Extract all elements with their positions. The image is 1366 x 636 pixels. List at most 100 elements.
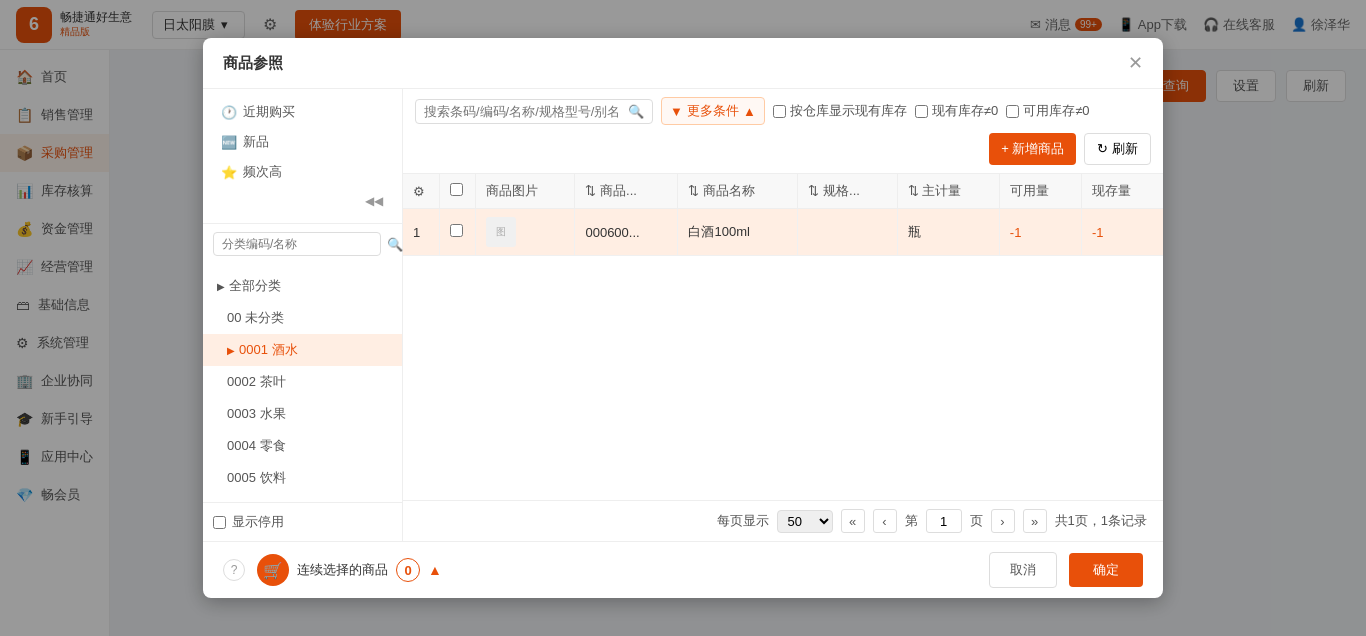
next-page-button[interactable]: › xyxy=(991,509,1015,533)
pagination: 每页显示 20 50 100 « ‹ 第 页 xyxy=(403,500,1163,541)
tree-item-0008[interactable]: 0008 水 xyxy=(203,494,402,502)
usable-checkbox[interactable] xyxy=(1006,105,1019,118)
quick-link-label: 近期购买 xyxy=(243,103,295,121)
row-code: 000600... xyxy=(575,209,678,256)
col-stock: 现存量 xyxy=(1081,174,1163,209)
filter-icon: ▼ xyxy=(670,104,683,119)
col-available: 可用量 xyxy=(999,174,1081,209)
row-name: 白酒100ml xyxy=(678,209,798,256)
chevron-up-icon: ▲ xyxy=(743,104,756,119)
more-filter-button[interactable]: ▼ 更多条件 ▲ xyxy=(661,97,765,125)
col-unit[interactable]: ⇅ 主计量 xyxy=(897,174,999,209)
row-image: 图 xyxy=(475,209,575,256)
quick-link-label: 频次高 xyxy=(243,163,282,181)
modal-footer: ? 🛒 连续选择的商品 0 ▲ 取消 确定 xyxy=(203,541,1163,598)
tree-item-00[interactable]: 00 未分类 xyxy=(203,302,402,334)
last-page-button[interactable]: » xyxy=(1023,509,1047,533)
quick-links: 🕐 近期购买 🆕 新品 ⭐ 频次高 ◀◀ xyxy=(203,89,402,224)
product-reference-modal: 商品参照 ✕ 🕐 近期购买 🆕 新品 ⭐ 频次高 xyxy=(203,38,1163,598)
tree-item-0004[interactable]: 0004 零食 xyxy=(203,430,402,462)
arrow-icon: ▶ xyxy=(227,345,235,356)
tree-item-label: 全部分类 xyxy=(229,277,281,295)
settings-icon: ⚙ xyxy=(413,184,425,199)
tree-item-label: 00 未分类 xyxy=(227,309,284,327)
sort-icon: ⇅ xyxy=(808,183,819,198)
filter-bar: 🔍 ▼ 更多条件 ▲ 按仓库显示现有库存 现有库存≠0 xyxy=(403,89,1163,174)
page-size-label: 每页显示 xyxy=(717,512,769,530)
page-number-input[interactable] xyxy=(926,509,962,533)
total-info: 共1页，1条记录 xyxy=(1055,512,1147,530)
row-available: -1 xyxy=(999,209,1081,256)
table-header: ⚙ 商品图片 ⇅ 商品... xyxy=(403,174,1163,209)
cart-icon: 🛒 xyxy=(257,554,289,586)
quick-link-new[interactable]: 🆕 新品 xyxy=(211,127,394,157)
row-index: 1 xyxy=(403,209,439,256)
show-disabled-label[interactable]: 显示停用 xyxy=(213,513,392,531)
clock-icon: 🕐 xyxy=(221,105,237,120)
left-panel: 🕐 近期购买 🆕 新品 ⭐ 频次高 ◀◀ xyxy=(203,89,403,541)
tree-item-0003[interactable]: 0003 水果 xyxy=(203,398,402,430)
page-suffix: 页 xyxy=(970,512,983,530)
quick-link-frequent[interactable]: ⭐ 频次高 xyxy=(211,157,394,187)
modal-close-button[interactable]: ✕ xyxy=(1128,52,1143,74)
confirm-button[interactable]: 确定 xyxy=(1069,553,1143,587)
show-disabled-checkbox[interactable] xyxy=(213,516,226,529)
col-name[interactable]: ⇅ 商品名称 xyxy=(678,174,798,209)
sort-icon: ⇅ xyxy=(908,183,919,198)
tree-item-all[interactable]: ▶ 全部分类 xyxy=(203,270,402,302)
available-checkbox[interactable] xyxy=(915,105,928,118)
warehouse-checkbox[interactable] xyxy=(773,105,786,118)
col-settings[interactable]: ⚙ xyxy=(403,174,439,209)
tree-item-0005[interactable]: 0005 饮料 xyxy=(203,462,402,494)
product-table-area: ⚙ 商品图片 ⇅ 商品... xyxy=(403,174,1163,500)
page-size-select[interactable]: 20 50 100 xyxy=(777,510,833,533)
search-icon[interactable]: 🔍 xyxy=(628,104,644,119)
product-search-box: 🔍 xyxy=(415,99,653,124)
cart-label: 连续选择的商品 xyxy=(297,561,388,579)
tree-item-0001[interactable]: ▶ 0001 酒水 xyxy=(203,334,402,366)
warehouse-filter[interactable]: 按仓库显示现有库存 xyxy=(773,102,907,120)
category-search-icon[interactable]: 🔍 xyxy=(387,237,403,252)
col-checkbox[interactable] xyxy=(439,174,475,209)
refresh-button[interactable]: ↻ 刷新 xyxy=(1084,133,1151,165)
usable-filter[interactable]: 可用库存≠0 xyxy=(1006,102,1089,120)
category-search-input[interactable] xyxy=(213,232,381,256)
left-panel-footer: 显示停用 xyxy=(203,502,402,541)
row-select-checkbox[interactable] xyxy=(450,224,463,237)
warehouse-filter-label: 按仓库显示现有库存 xyxy=(790,102,907,120)
page-label: 第 xyxy=(905,512,918,530)
usable-filter-label: 可用库存≠0 xyxy=(1023,102,1089,120)
table-row[interactable]: 1 图 000600... 白酒100ml 瓶 xyxy=(403,209,1163,256)
available-filter[interactable]: 现有库存≠0 xyxy=(915,102,998,120)
quick-link-label: 新品 xyxy=(243,133,269,151)
filter-actions: + 新增商品 ↻ 刷新 xyxy=(989,133,1151,165)
arrow-icon: ▶ xyxy=(217,281,225,292)
product-search-input[interactable] xyxy=(424,104,624,119)
collapse-panel-button[interactable]: ◀◀ xyxy=(364,191,384,211)
product-thumbnail: 图 xyxy=(486,217,516,247)
row-spec xyxy=(798,209,897,256)
cancel-button[interactable]: 取消 xyxy=(989,552,1057,588)
tree-item-label: 0002 茶叶 xyxy=(227,373,286,391)
right-panel: 🔍 ▼ 更多条件 ▲ 按仓库显示现有库存 现有库存≠0 xyxy=(403,89,1163,541)
row-checkbox[interactable] xyxy=(439,209,475,256)
tree-item-0002[interactable]: 0002 茶叶 xyxy=(203,366,402,398)
tree-item-label: 0001 酒水 xyxy=(239,341,298,359)
modal-body: 🕐 近期购买 🆕 新品 ⭐ 频次高 ◀◀ xyxy=(203,89,1163,541)
product-table: ⚙ 商品图片 ⇅ 商品... xyxy=(403,174,1163,256)
help-button[interactable]: ? xyxy=(223,559,245,581)
modal-overlay: 商品参照 ✕ 🕐 近期购买 🆕 新品 ⭐ 频次高 xyxy=(0,0,1366,636)
row-unit: 瓶 xyxy=(897,209,999,256)
category-tree: ▶ 全部分类 00 未分类 ▶ 0001 酒水 0002 茶叶 0003 水果 xyxy=(203,264,402,502)
col-code[interactable]: ⇅ 商品... xyxy=(575,174,678,209)
modal-header: 商品参照 ✕ xyxy=(203,38,1163,89)
prev-page-button[interactable]: ‹ xyxy=(873,509,897,533)
select-all-checkbox[interactable] xyxy=(450,183,463,196)
quick-link-recent[interactable]: 🕐 近期购买 xyxy=(211,97,394,127)
add-product-button[interactable]: + 新增商品 xyxy=(989,133,1076,165)
category-search-row: 🔍 xyxy=(203,224,402,264)
first-page-button[interactable]: « xyxy=(841,509,865,533)
tree-item-label: 0005 饮料 xyxy=(227,469,286,487)
col-spec[interactable]: ⇅ 规格... xyxy=(798,174,897,209)
collapse-cart-button[interactable]: ▲ xyxy=(428,562,442,578)
